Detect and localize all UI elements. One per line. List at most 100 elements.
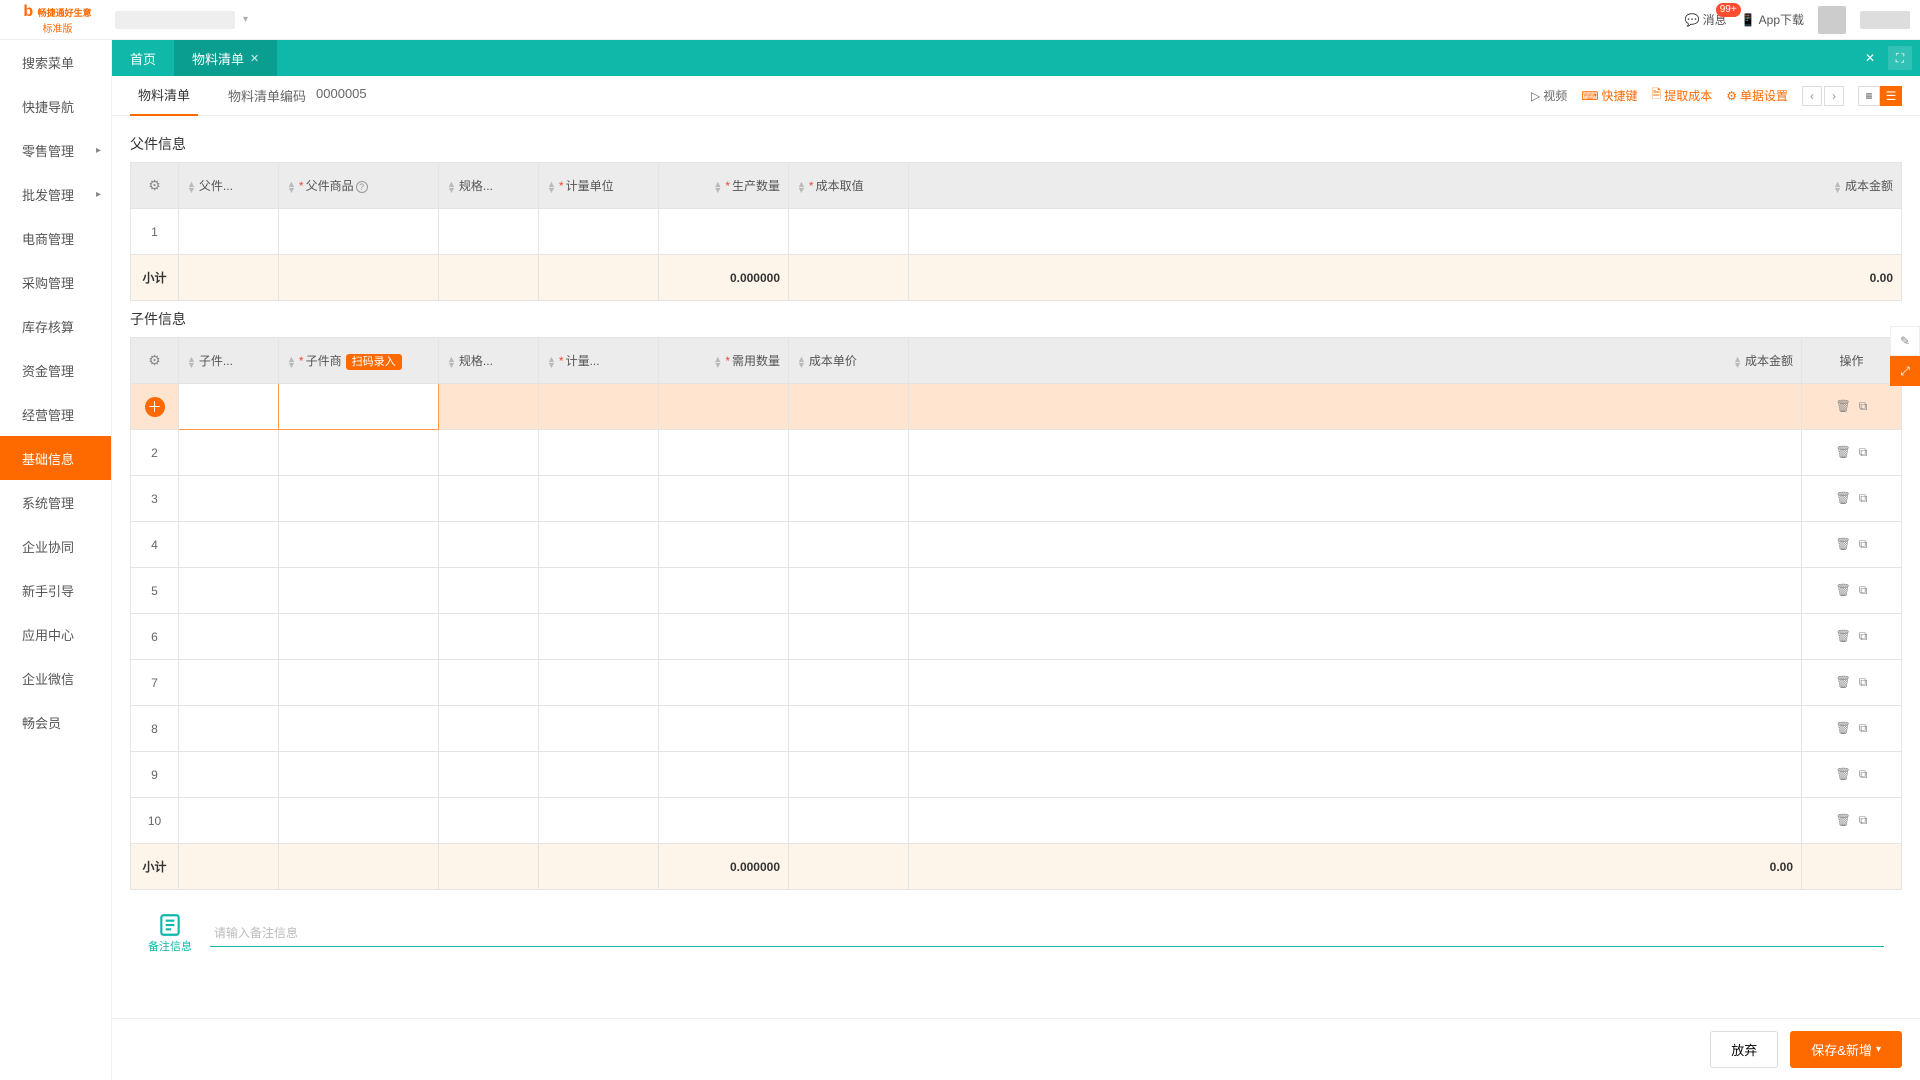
sidebar-item-8[interactable]: 经营管理 bbox=[0, 392, 111, 436]
panel-tab[interactable]: 物料清单 bbox=[130, 76, 198, 116]
view-form[interactable]: ☰ bbox=[1880, 86, 1902, 106]
table-row[interactable]: 7🗑⧉ bbox=[131, 660, 1902, 706]
hotkey-link[interactable]: ⌨快捷键 bbox=[1581, 87, 1637, 104]
copy-icon[interactable]: ⧉ bbox=[1859, 767, 1868, 781]
table-row[interactable]: 4🗑⧉ bbox=[131, 522, 1902, 568]
sidebar-item-13[interactable]: 应用中心 bbox=[0, 612, 111, 656]
delete-icon[interactable]: 🗑 bbox=[1836, 721, 1851, 735]
sidebar-item-15[interactable]: 畅会员 bbox=[0, 700, 111, 744]
remarks-input[interactable] bbox=[210, 920, 1884, 947]
copy-icon[interactable]: ⧉ bbox=[1859, 445, 1868, 459]
scan-badge[interactable]: 扫码录入 bbox=[346, 354, 402, 370]
parent-section-title: 父件信息 bbox=[130, 134, 1902, 154]
col-parent-product[interactable]: ▲▼*父件商品? bbox=[279, 163, 439, 209]
copy-icon[interactable]: ⧉ bbox=[1859, 629, 1868, 643]
sidebar-item-0[interactable]: 搜索菜单 bbox=[0, 40, 111, 84]
user-name[interactable] bbox=[1860, 11, 1910, 29]
delete-icon[interactable]: 🗑 bbox=[1836, 813, 1851, 827]
pager-prev[interactable]: ‹ bbox=[1802, 86, 1822, 106]
add-row-button[interactable]: ＋ bbox=[145, 397, 165, 417]
sidebar-item-6[interactable]: 库存核算 bbox=[0, 304, 111, 348]
bill-setting-link[interactable]: ⚙单据设置 bbox=[1726, 87, 1788, 104]
fullscreen-toggle[interactable]: ⛶ bbox=[1888, 46, 1912, 70]
sidebar-item-12[interactable]: 新手引导 bbox=[0, 568, 111, 612]
phone-icon: 📱 bbox=[1741, 13, 1756, 27]
chevron-right-icon: ▸ bbox=[96, 145, 101, 156]
child-section-title: 子件信息 bbox=[130, 309, 1902, 329]
sidebar-item-14[interactable]: 企业微信 bbox=[0, 656, 111, 700]
cancel-button[interactable]: 放弃 bbox=[1710, 1031, 1778, 1068]
tab-home[interactable]: 首页 bbox=[112, 40, 174, 76]
table-row[interactable]: 3🗑⧉ bbox=[131, 476, 1902, 522]
table-row[interactable]: 8🗑⧉ bbox=[131, 706, 1902, 752]
col-parent-cost[interactable]: ▲▼*成本取值 bbox=[789, 163, 909, 209]
extract-cost-link[interactable]: 🗎提取成本 bbox=[1652, 85, 1713, 106]
delete-icon[interactable]: 🗑 bbox=[1836, 445, 1851, 459]
table-row[interactable]: 1 bbox=[131, 209, 1902, 255]
table-row[interactable]: 2🗑⧉ bbox=[131, 430, 1902, 476]
table-row[interactable]: 5🗑⧉ bbox=[131, 568, 1902, 614]
sidebar-item-1[interactable]: 快捷导航 bbox=[0, 84, 111, 128]
float-edit[interactable]: ✎ bbox=[1890, 326, 1920, 356]
col-child-amount[interactable]: ▲▼成本金额 bbox=[909, 338, 1802, 384]
float-expand[interactable]: ⤢ bbox=[1890, 356, 1920, 386]
child-subtotal-qty: 0.000000 bbox=[659, 844, 789, 890]
col-gear[interactable]: ⚙ bbox=[131, 338, 179, 384]
sidebar: 搜索菜单快捷导航零售管理▸批发管理▸电商管理采购管理库存核算资金管理经营管理基础… bbox=[0, 40, 112, 1080]
copy-icon[interactable]: ⧉ bbox=[1859, 399, 1868, 413]
col-parent-code[interactable]: ▲▼父件... bbox=[179, 163, 279, 209]
avatar[interactable] bbox=[1818, 6, 1846, 34]
help-icon[interactable]: ? bbox=[356, 181, 368, 193]
copy-icon[interactable]: ⧉ bbox=[1859, 491, 1868, 505]
delete-icon[interactable]: 🗑 bbox=[1836, 629, 1851, 643]
delete-icon[interactable]: 🗑 bbox=[1836, 491, 1851, 505]
copy-icon[interactable]: ⧉ bbox=[1859, 583, 1868, 597]
copy-icon[interactable]: ⧉ bbox=[1859, 537, 1868, 551]
col-parent-amount[interactable]: ▲▼成本金额 bbox=[909, 163, 1902, 209]
copy-icon[interactable]: ⧉ bbox=[1859, 813, 1868, 827]
col-child-qty[interactable]: ▲▼*需用数量 bbox=[659, 338, 789, 384]
tab-bom[interactable]: 物料清单✕ bbox=[174, 40, 277, 76]
delete-icon[interactable]: 🗑 bbox=[1836, 537, 1851, 551]
col-child-spec[interactable]: ▲▼规格... bbox=[439, 338, 539, 384]
tabs-close-all[interactable]: ✕ bbox=[1858, 46, 1882, 70]
sidebar-item-2[interactable]: 零售管理▸ bbox=[0, 128, 111, 172]
sidebar-item-4[interactable]: 电商管理 bbox=[0, 216, 111, 260]
col-child-product[interactable]: ▲▼*子件商扫码录入 bbox=[279, 338, 439, 384]
pager-next[interactable]: › bbox=[1824, 86, 1844, 106]
delete-icon[interactable]: 🗑 bbox=[1836, 675, 1851, 689]
sidebar-item-10[interactable]: 系统管理 bbox=[0, 480, 111, 524]
table-row[interactable]: 10🗑⧉ bbox=[131, 798, 1902, 844]
col-parent-spec[interactable]: ▲▼规格... bbox=[439, 163, 539, 209]
col-parent-unit[interactable]: ▲▼*计量单位 bbox=[539, 163, 659, 209]
col-child-code[interactable]: ▲▼子件... bbox=[179, 338, 279, 384]
col-child-price[interactable]: ▲▼成本单价 bbox=[789, 338, 909, 384]
save-and-new-button[interactable]: 保存&新增▾ bbox=[1790, 1031, 1902, 1068]
messages-button[interactable]: 💬 消息 99+ bbox=[1685, 11, 1727, 28]
table-row[interactable]: 9🗑⧉ bbox=[131, 752, 1902, 798]
table-row[interactable]: 6🗑⧉ bbox=[131, 614, 1902, 660]
gear-icon: ⚙ bbox=[148, 352, 161, 368]
sidebar-item-3[interactable]: 批发管理▸ bbox=[0, 172, 111, 216]
copy-icon[interactable]: ⧉ bbox=[1859, 721, 1868, 735]
delete-icon[interactable]: 🗑 bbox=[1836, 767, 1851, 781]
sidebar-item-9[interactable]: 基础信息 bbox=[0, 436, 111, 480]
sidebar-item-7[interactable]: 资金管理 bbox=[0, 348, 111, 392]
col-gear[interactable]: ⚙ bbox=[131, 163, 179, 209]
message-icon: 💬 bbox=[1685, 13, 1700, 27]
view-list[interactable]: ≡ bbox=[1858, 86, 1880, 106]
view-toggle: ≡ ☰ bbox=[1858, 86, 1902, 106]
table-row[interactable]: ＋ 🗑 ⧉ bbox=[131, 384, 1902, 430]
close-icon[interactable]: ✕ bbox=[250, 52, 259, 65]
toolbar: 物料清单 物料清单编码 0000005 ▷视频 ⌨快捷键 🗎提取成本 ⚙单据设置… bbox=[112, 76, 1920, 116]
copy-icon[interactable]: ⧉ bbox=[1859, 675, 1868, 689]
sidebar-item-11[interactable]: 企业协同 bbox=[0, 524, 111, 568]
sidebar-item-5[interactable]: 采购管理 bbox=[0, 260, 111, 304]
video-link[interactable]: ▷视频 bbox=[1531, 87, 1567, 104]
org-selector[interactable]: ▾ bbox=[115, 11, 248, 29]
delete-icon[interactable]: 🗑 bbox=[1836, 583, 1851, 597]
col-parent-qty[interactable]: ▲▼*生产数量 bbox=[659, 163, 789, 209]
app-download-button[interactable]: 📱 App下载 bbox=[1741, 11, 1804, 28]
col-child-unit[interactable]: ▲▼*计量... bbox=[539, 338, 659, 384]
delete-icon[interactable]: 🗑 bbox=[1836, 399, 1851, 413]
